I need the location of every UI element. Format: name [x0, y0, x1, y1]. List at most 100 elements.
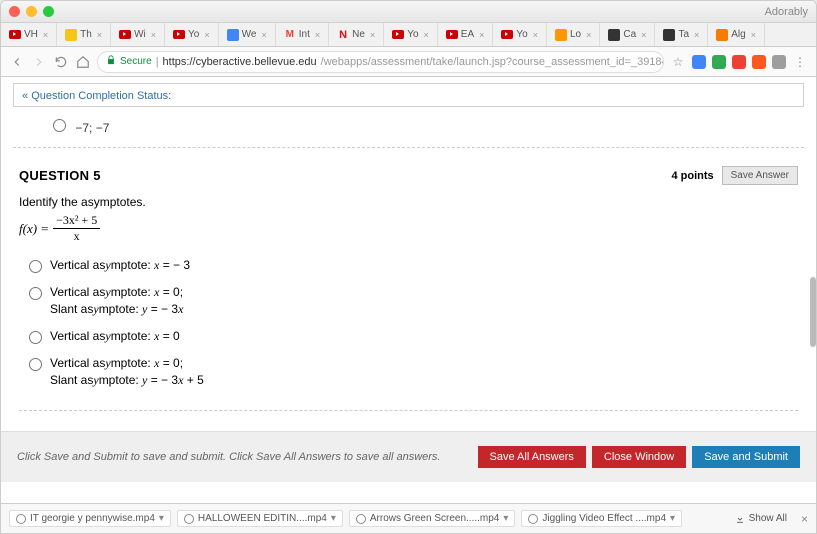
browser-tab[interactable]: VH × — [1, 23, 57, 46]
fx-label: f(x) = — [19, 221, 49, 237]
tab-close-icon[interactable]: × — [97, 30, 102, 40]
option-line: Vertical asymptote: x = − 3 — [50, 258, 190, 273]
star-icon[interactable]: ☆ — [670, 54, 686, 70]
browser-tab[interactable]: We × — [219, 23, 276, 46]
option-text: Vertical asymptote: x = 0;Slant asymptot… — [50, 285, 183, 317]
tab-label: We — [242, 29, 257, 40]
close-window-button[interactable] — [9, 6, 20, 17]
tab-label: Th — [80, 29, 92, 40]
home-icon[interactable] — [75, 54, 91, 70]
download-filename: Arrows Green Screen.....mp4 — [370, 513, 500, 524]
browser-window: Adorably VH×Th×Wi×Yo×We×MInt×NNe×Yo×EA×Y… — [0, 0, 817, 534]
titlebar-right-text: Adorably — [765, 6, 808, 18]
previous-option-row: −7; −7 — [13, 115, 804, 148]
chevron-down-icon[interactable]: ▾ — [503, 513, 508, 524]
download-item[interactable]: IT georgie y pennywise.mp4▾ — [9, 510, 171, 527]
menu-icon[interactable]: ⋮ — [792, 54, 808, 70]
chevron-down-icon[interactable]: ▾ — [159, 513, 164, 524]
question-header: QUESTION 5 4 points Save Answer — [19, 166, 798, 185]
browser-tab[interactable]: EA× — [438, 23, 494, 46]
browser-tab[interactable]: Alg× — [708, 23, 765, 46]
tab-close-icon[interactable]: × — [151, 30, 156, 40]
lock-icon — [106, 55, 116, 68]
tab-label: Ta — [678, 29, 689, 40]
save-all-answers-button[interactable]: Save All Answers — [478, 446, 586, 468]
chevron-down-icon[interactable]: ▾ — [331, 513, 336, 524]
browser-tab[interactable]: Yo × — [384, 23, 438, 46]
browser-tab[interactable]: Ca× — [600, 23, 655, 46]
download-filename: HALLOWEEN EDITIN....mp4 — [198, 513, 327, 524]
browser-tab[interactable]: Wi× — [111, 23, 165, 46]
tab-close-icon[interactable]: × — [751, 30, 756, 40]
option-line: Slant asymptote: y = − 3x — [50, 302, 183, 317]
site-icon — [716, 29, 728, 41]
site-icon — [608, 29, 620, 41]
browser-tab[interactable]: Yo× — [493, 23, 547, 46]
tab-close-icon[interactable]: × — [261, 30, 266, 40]
netflix-icon: N — [337, 29, 349, 41]
tab-strip: VH×Th×Wi×Yo×We×MInt×NNe×Yo×EA×Yo×Lo×Ca×T… — [1, 23, 816, 47]
browser-tab[interactable]: Ta × — [655, 23, 708, 46]
tab-label: Yo — [188, 29, 199, 40]
scrollbar-thumb[interactable] — [810, 277, 816, 347]
status-link[interactable]: Question Completion Status: — [22, 90, 171, 102]
extension-icon[interactable] — [712, 55, 726, 69]
tab-close-icon[interactable]: × — [479, 30, 484, 40]
tab-close-icon[interactable]: × — [694, 30, 699, 40]
downloads-bar: IT georgie y pennywise.mp4▾ HALLOWEEN EDI… — [1, 503, 816, 533]
tab-label: VH — [24, 29, 38, 40]
close-downloads-icon[interactable]: × — [801, 512, 808, 526]
browser-tab[interactable]: Th × — [57, 23, 111, 46]
site-icon — [65, 29, 77, 41]
option-line: Vertical asymptote: x = 0 — [50, 329, 180, 344]
address-bar[interactable]: Secure | https://cyberactive.bellevue.ed… — [97, 51, 664, 73]
fraction: −3x² + 5 x — [53, 213, 100, 244]
browser-tab[interactable]: Lo× — [547, 23, 600, 46]
save-and-submit-button[interactable]: Save and Submit — [692, 446, 800, 468]
tab-close-icon[interactable]: × — [43, 30, 48, 40]
prev-option-radio[interactable] — [53, 119, 66, 132]
tab-close-icon[interactable]: × — [533, 30, 538, 40]
tab-label: Ne — [352, 29, 365, 40]
save-answer-button[interactable]: Save Answer — [722, 166, 798, 185]
download-item[interactable]: Jiggling Video Effect ....mp4▾ — [521, 510, 682, 527]
extension-icon[interactable] — [772, 55, 786, 69]
youtube-icon — [392, 29, 404, 41]
mac-titlebar: Adorably — [1, 1, 816, 23]
maximize-window-button[interactable] — [43, 6, 54, 17]
tab-close-icon[interactable]: × — [315, 30, 320, 40]
download-item[interactable]: HALLOWEEN EDITIN....mp4 ▾ — [177, 510, 343, 527]
download-item[interactable]: Arrows Green Screen.....mp4▾ — [349, 510, 516, 527]
tab-close-icon[interactable]: × — [586, 30, 591, 40]
tab-close-icon[interactable]: × — [370, 30, 375, 40]
tab-close-icon[interactable]: × — [204, 30, 209, 40]
tab-label: Yo — [407, 29, 418, 40]
extension-icons — [692, 55, 786, 69]
close-window-button-footer[interactable]: Close Window — [592, 446, 686, 468]
browser-tab[interactable]: Yo × — [165, 23, 219, 46]
browser-tab[interactable]: MInt× — [276, 23, 329, 46]
youtube-icon — [446, 29, 458, 41]
tab-close-icon[interactable]: × — [641, 30, 646, 40]
back-icon[interactable] — [9, 54, 25, 70]
site-icon — [555, 29, 567, 41]
option-radio[interactable] — [29, 358, 42, 371]
answer-options: Vertical asymptote: x = − 3 Vertical asym… — [19, 258, 798, 388]
extension-icon[interactable] — [692, 55, 706, 69]
denominator: x — [71, 229, 83, 244]
tab-close-icon[interactable]: × — [424, 30, 429, 40]
option-radio[interactable] — [29, 287, 42, 300]
chevron-down-icon[interactable]: ▾ — [670, 513, 675, 524]
show-all-downloads[interactable]: Show All — [735, 513, 787, 524]
minimize-window-button[interactable] — [26, 6, 37, 17]
browser-tab[interactable]: NNe × — [329, 23, 384, 46]
option-radio[interactable] — [29, 331, 42, 344]
extension-icon[interactable] — [752, 55, 766, 69]
extension-icon[interactable] — [732, 55, 746, 69]
option-text: Vertical asymptote: x = 0 — [50, 329, 180, 344]
forward-icon[interactable] — [31, 54, 47, 70]
option-radio[interactable] — [29, 260, 42, 273]
answer-option: Vertical asymptote: x = 0;Slant asymptot… — [29, 285, 798, 317]
submission-footer: Click Save and Submit to save and submit… — [1, 431, 816, 482]
reload-icon[interactable] — [53, 54, 69, 70]
